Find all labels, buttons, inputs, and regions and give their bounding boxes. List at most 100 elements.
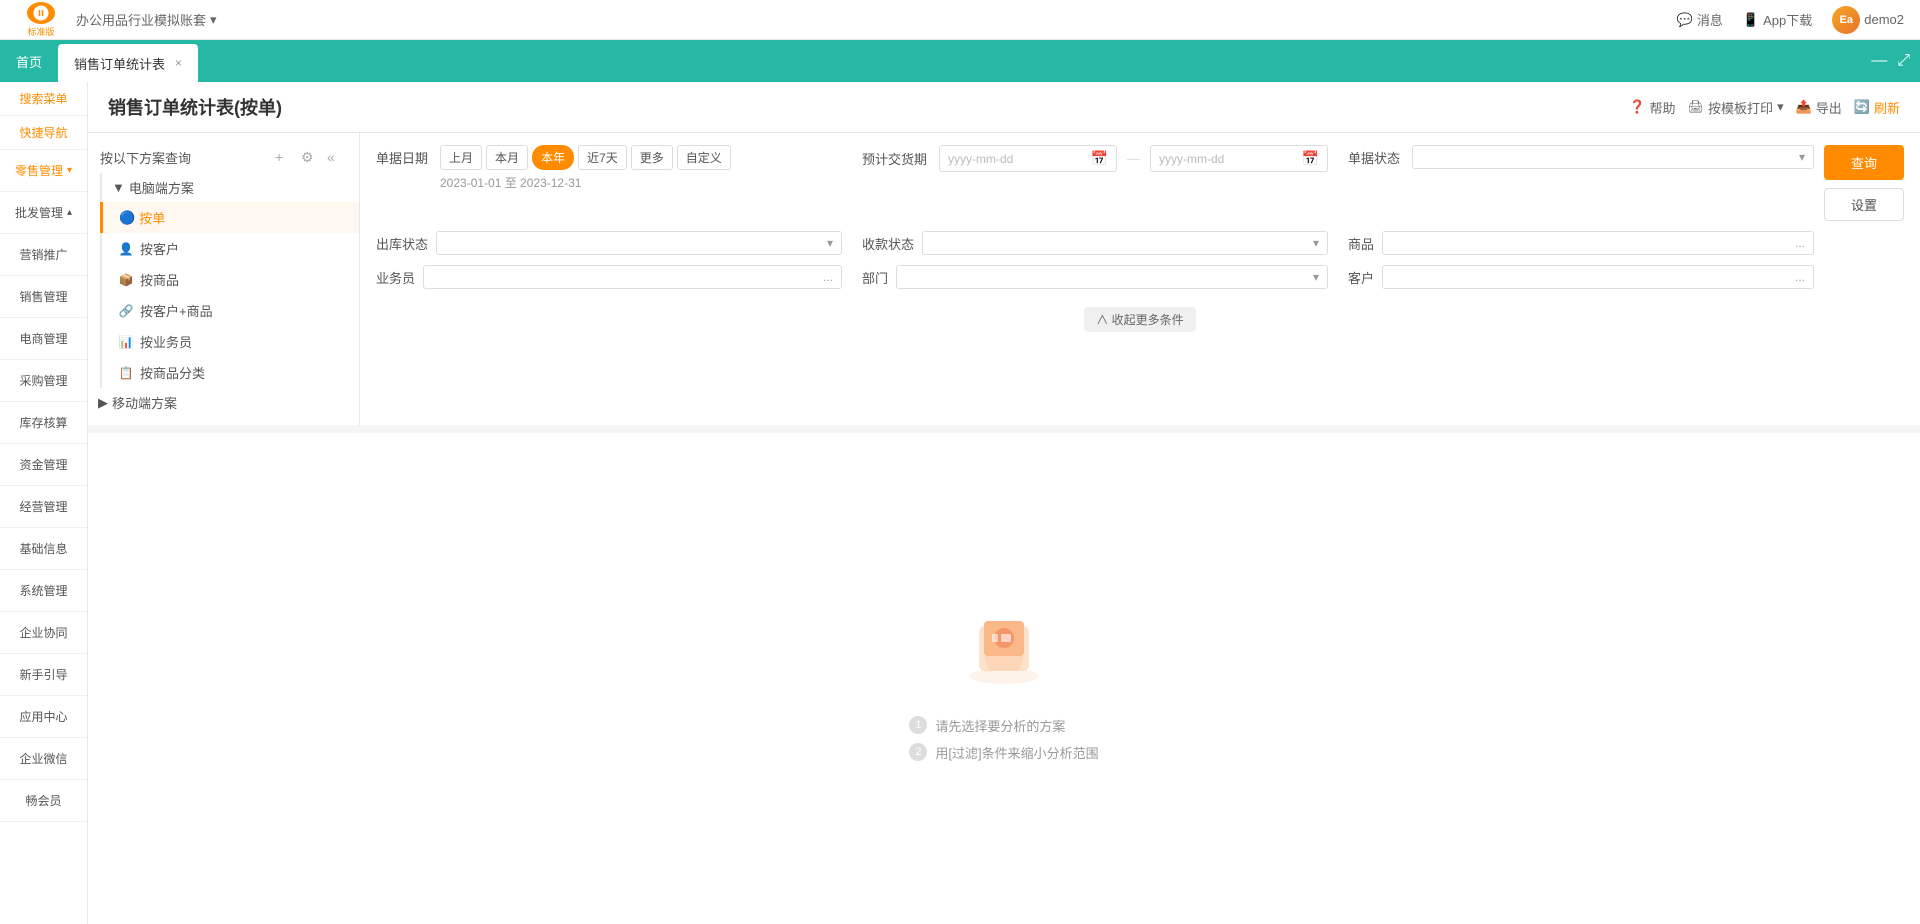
salesman-scheme-icon: 📊 xyxy=(118,334,134,350)
inventory-label: 库存核算 xyxy=(19,414,67,431)
scheme-item-customer-goods[interactable]: 🔗 按客户+商品 xyxy=(102,295,359,326)
settings-button[interactable]: 设置 xyxy=(1824,188,1904,221)
date-btn-more[interactable]: 更多 xyxy=(631,145,673,170)
operations-label: 经营管理 xyxy=(19,498,67,515)
sidebar-search[interactable]: 搜索菜单 xyxy=(0,82,87,116)
sidebar-item-newbie[interactable]: 新手引导 xyxy=(0,654,87,696)
help-icon: ❓ xyxy=(1629,99,1645,115)
empty-state: 1 请先选择要分析的方案 2 用[过滤]条件来缩小分析范围 xyxy=(88,433,1920,924)
wholesale-arrow: ▴ xyxy=(67,207,72,218)
tip1-text: 请先选择要分析的方案 xyxy=(935,716,1065,735)
payment-status-label: 收款状态 xyxy=(862,234,914,253)
app-download-btn[interactable]: 📱 App下载 xyxy=(1743,10,1812,29)
sidebar-item-marketing[interactable]: 营销推广 xyxy=(0,234,87,276)
scheme-group-pc-title[interactable]: ▼ 电脑端方案 xyxy=(102,173,359,202)
empty-tip-2: 2 用[过滤]条件来缩小分析范围 xyxy=(909,743,1098,762)
expected-date-start[interactable]: yyyy-mm-dd 📅 xyxy=(939,145,1117,172)
help-btn[interactable]: ❓ 帮助 xyxy=(1629,98,1675,117)
date-btn-7days[interactable]: 近7天 xyxy=(578,145,627,170)
date-placeholder2: yyyy-mm-dd xyxy=(1159,152,1224,166)
active-scheme-icon: 🔵 xyxy=(119,210,135,226)
sidebar-item-finance[interactable]: 资金管理 xyxy=(0,444,87,486)
tab-home[interactable]: 首页 xyxy=(0,40,58,82)
user-menu[interactable]: Ea demo2 xyxy=(1832,6,1904,34)
sidebar-item-purchase[interactable]: 采购管理 xyxy=(0,360,87,402)
template-print-btn[interactable]: 🖨 按模板打印 ▾ xyxy=(1688,98,1784,117)
marketing-label: 营销推广 xyxy=(19,246,67,263)
scheme-item-salesman[interactable]: 📊 按业务员 xyxy=(102,326,359,357)
scheme-edit-btn[interactable]: ⚙ xyxy=(301,147,321,167)
tab-close-icon[interactable]: × xyxy=(175,56,182,70)
date-btn-this-year[interactable]: 本年 xyxy=(532,145,574,170)
page-title: 销售订单统计表(按单) xyxy=(108,94,282,120)
sidebar-item-ecommerce[interactable]: 电商管理 xyxy=(0,318,87,360)
export-label: 导出 xyxy=(1816,98,1842,117)
scheme-active-item[interactable]: 🔵 按单 xyxy=(100,202,359,233)
sidebar-item-retail[interactable]: 零售管理 ▾ xyxy=(0,150,87,192)
out-status-select[interactable]: ▾ xyxy=(436,231,842,255)
customer-field: 客户 ... xyxy=(1348,265,1814,289)
scheme-collapse-btn[interactable]: « xyxy=(327,147,347,167)
minimize-icon[interactable]: — xyxy=(1871,52,1887,70)
salesman-field: 业务员 ... xyxy=(376,265,842,289)
tab-sales-order-stats[interactable]: 销售订单统计表 × xyxy=(58,44,198,82)
newbie-label: 新手引导 xyxy=(19,666,67,683)
app-selector[interactable]: 办公用品行业模拟账套 ▾ xyxy=(76,10,217,29)
doc-status-select[interactable]: ▾ xyxy=(1412,145,1814,169)
scheme-add-btn[interactable]: + xyxy=(275,147,295,167)
date-btn-last-month[interactable]: 上月 xyxy=(440,145,482,170)
customer-input[interactable]: ... xyxy=(1382,265,1814,289)
department-field: 部门 ▾ xyxy=(862,265,1328,289)
date-btn-custom[interactable]: 自定义 xyxy=(677,145,731,170)
empty-tip-1: 1 请先选择要分析的方案 xyxy=(909,716,1098,735)
message-btn[interactable]: 💬 消息 xyxy=(1677,10,1723,29)
query-button[interactable]: 查询 xyxy=(1824,145,1904,180)
sidebar-item-system[interactable]: 系统管理 xyxy=(0,570,87,612)
category-scheme-label: 按商品分类 xyxy=(140,363,205,382)
page-actions: ❓ 帮助 🖨 按模板打印 ▾ 📤 导出 🔄 刷新 xyxy=(1629,98,1900,117)
arrow-down-icon: ▼ xyxy=(112,180,125,195)
sidebar-item-basic[interactable]: 基础信息 xyxy=(0,528,87,570)
scheme-item-goods[interactable]: 📦 按商品 xyxy=(102,264,359,295)
tabbar-actions: — ⤢ xyxy=(1871,40,1920,82)
home-label: 首页 xyxy=(16,52,42,71)
export-icon: 📤 xyxy=(1796,99,1812,115)
sidebar: 搜索菜单 快捷导航 零售管理 ▾ 批发管理 ▴ 营销推广 销售管理 电商管理 采… xyxy=(0,82,88,924)
phone-icon: 📱 xyxy=(1743,12,1759,28)
collapse-btn[interactable]: ∧ 收起更多条件 xyxy=(1084,307,1195,332)
query-btn-area: 查询 设置 xyxy=(1814,145,1904,221)
date-btn-this-month[interactable]: 本月 xyxy=(486,145,528,170)
scheme-group-mobile-title[interactable]: ▶ 移动端方案 xyxy=(88,388,359,417)
scheme-item-customer[interactable]: 👤 按客户 xyxy=(102,233,359,264)
logo-text: 标准版 xyxy=(27,25,54,38)
sidebar-item-member[interactable]: 畅会员 xyxy=(0,780,87,822)
scheme-item-category[interactable]: 📋 按商品分类 xyxy=(102,357,359,388)
sidebar-item-apps[interactable]: 应用中心 xyxy=(0,696,87,738)
filter-row-3: 业务员 ... 部门 ▾ xyxy=(376,265,1904,289)
wholesale-label: 批发管理 xyxy=(15,204,63,221)
sidebar-item-sales[interactable]: 销售管理 xyxy=(0,276,87,318)
goods-input[interactable]: ... xyxy=(1382,231,1814,255)
refresh-btn[interactable]: 🔄 刷新 xyxy=(1854,98,1900,117)
payment-status-select[interactable]: ▾ xyxy=(922,231,1328,255)
sidebar-item-operations[interactable]: 经营管理 xyxy=(0,486,87,528)
sidebar-item-wholesale[interactable]: 批发管理 ▴ xyxy=(0,192,87,234)
salesman-input[interactable]: ... xyxy=(423,265,842,289)
department-select[interactable]: ▾ xyxy=(896,265,1328,289)
goods-ellipsis[interactable]: ... xyxy=(1795,236,1805,250)
export-btn[interactable]: 📤 导出 xyxy=(1796,98,1842,117)
customer-ellipsis[interactable]: ... xyxy=(1795,270,1805,284)
sidebar-quick-nav[interactable]: 快捷导航 xyxy=(0,116,87,150)
sidebar-item-enterprise[interactable]: 企业协同 xyxy=(0,612,87,654)
maximize-icon[interactable]: ⤢ xyxy=(1897,52,1910,70)
salesman-ellipsis[interactable]: ... xyxy=(823,270,833,284)
out-status-arrow: ▾ xyxy=(827,236,833,250)
filter-panel: 按以下方案查询 + ⚙ « ▼ xyxy=(88,133,1920,425)
collapse-label: ∧ 收起更多条件 xyxy=(1096,311,1183,328)
sidebar-item-inventory[interactable]: 库存核算 xyxy=(0,402,87,444)
sidebar-item-wechat[interactable]: 企业微信 xyxy=(0,738,87,780)
expected-date-end[interactable]: yyyy-mm-dd 📅 xyxy=(1150,145,1328,172)
doc-status-label: 单据状态 xyxy=(1348,148,1400,167)
calendar-icon2: 📅 xyxy=(1302,150,1319,167)
search-label: 搜索菜单 xyxy=(19,92,67,106)
